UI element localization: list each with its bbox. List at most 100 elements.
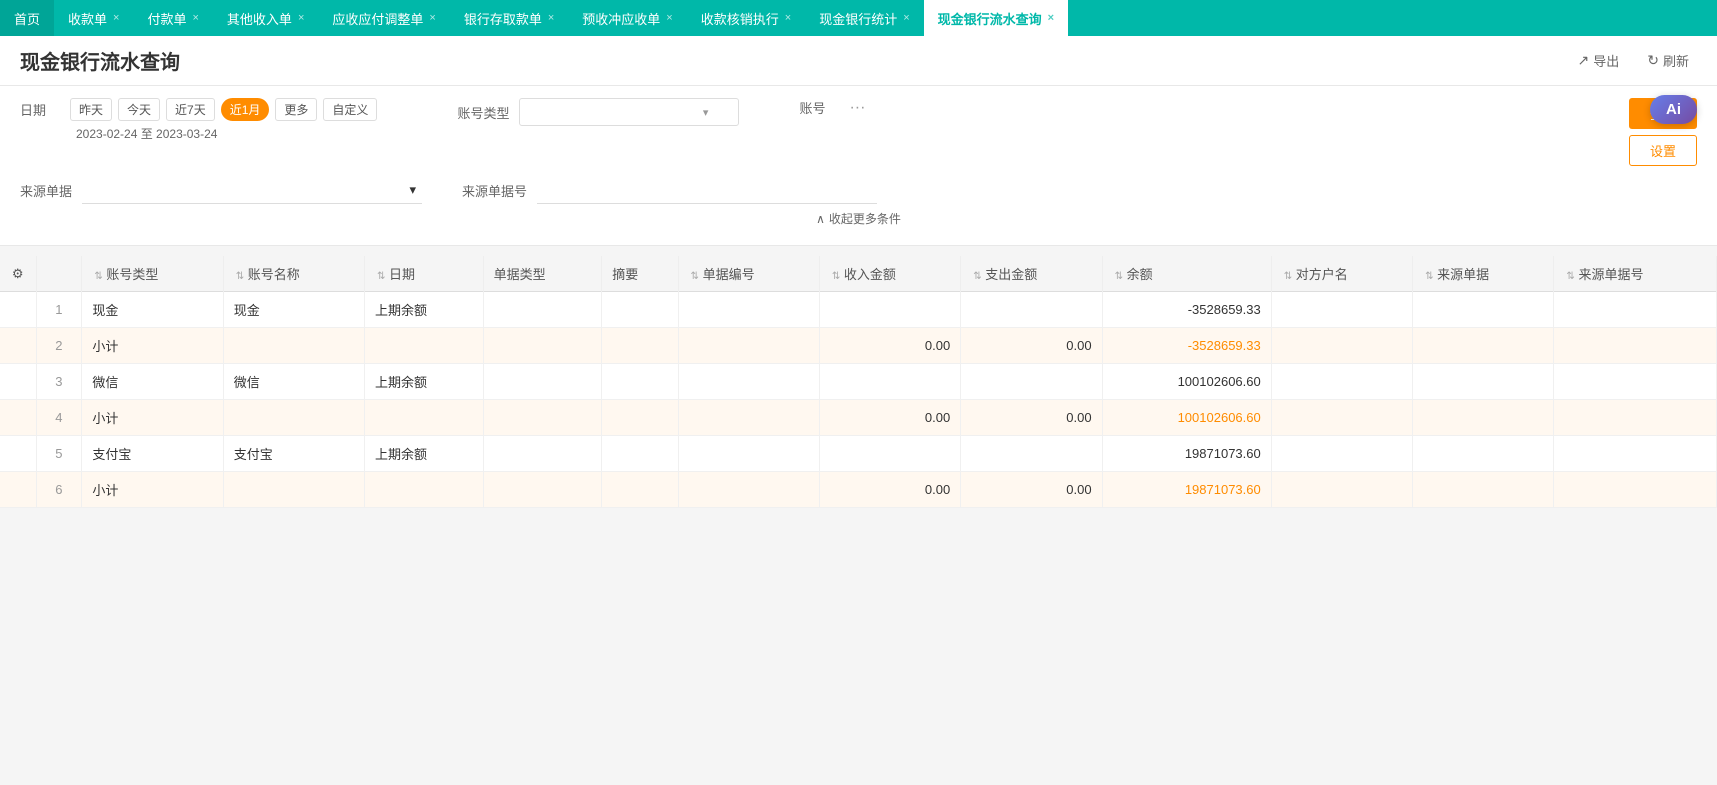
cell-summary bbox=[602, 328, 678, 364]
col-source-doc[interactable]: ⇅ 来源单据 bbox=[1413, 256, 1554, 292]
table-row: 3 微信 微信 上期余额 100102606.60 bbox=[0, 364, 1717, 400]
cell-doc-no bbox=[678, 292, 819, 328]
cell-account-name bbox=[223, 328, 364, 364]
nav-home[interactable]: 首页 bbox=[0, 0, 54, 36]
cell-account-type: 小计 bbox=[82, 328, 223, 364]
nav-receipt-verify[interactable]: 收款核销执行 × bbox=[687, 0, 805, 36]
nav-ar-ap-adjust-label: 应收应付调整单 bbox=[332, 9, 423, 28]
cell-summary bbox=[602, 364, 678, 400]
col-balance[interactable]: ⇅ 余额 bbox=[1102, 256, 1271, 292]
nav-receipt-verify-close[interactable]: × bbox=[785, 12, 791, 24]
col-income-label: 收入金额 bbox=[844, 267, 896, 282]
cell-income bbox=[819, 364, 960, 400]
col-account-name[interactable]: ⇅ 账号名称 bbox=[223, 256, 364, 292]
cell-gear bbox=[0, 328, 36, 364]
cell-account-name bbox=[223, 472, 364, 508]
col-account-type-sort-icon: ⇅ bbox=[94, 271, 102, 282]
cell-doc-type bbox=[483, 364, 602, 400]
cell-gear bbox=[0, 364, 36, 400]
ai-badge[interactable]: Ai bbox=[1650, 95, 1697, 124]
col-counterpart[interactable]: ⇅ 对方户名 bbox=[1271, 256, 1412, 292]
nav-payment[interactable]: 付款单 × bbox=[133, 0, 212, 36]
account-type-arrow-icon: ▾ bbox=[703, 106, 709, 119]
date-btn-today[interactable]: 今天 bbox=[118, 98, 160, 121]
nav-cash-bank-flow-close[interactable]: × bbox=[1048, 12, 1054, 24]
cell-account-name: 现金 bbox=[223, 292, 364, 328]
cell-balance: 19871073.60 bbox=[1102, 472, 1271, 508]
col-income[interactable]: ⇅ 收入金额 bbox=[819, 256, 960, 292]
nav-other-income-close[interactable]: × bbox=[298, 12, 304, 24]
date-btn-custom[interactable]: 自定义 bbox=[323, 98, 377, 121]
col-source-doc-label: 来源单据 bbox=[1437, 267, 1489, 282]
cell-account-type: 现金 bbox=[82, 292, 223, 328]
cell-doc-type bbox=[483, 292, 602, 328]
col-index bbox=[36, 256, 82, 292]
nav-ar-ap-adjust-close[interactable]: × bbox=[429, 12, 435, 24]
date-btn-7days[interactable]: 近7天 bbox=[166, 98, 215, 121]
cell-balance: 19871073.60 bbox=[1102, 436, 1271, 472]
col-counterpart-label: 对方户名 bbox=[1296, 267, 1348, 282]
date-btn-1month[interactable]: 近1月 bbox=[221, 98, 270, 121]
nav-cash-bank-flow[interactable]: 现金银行流水查询 × bbox=[924, 0, 1068, 36]
nav-receipt-close[interactable]: × bbox=[113, 12, 119, 24]
date-btn-yesterday[interactable]: 昨天 bbox=[70, 98, 112, 121]
refresh-button[interactable]: ↻ 刷新 bbox=[1639, 47, 1697, 74]
nav-receipt-verify-label: 收款核销执行 bbox=[701, 9, 779, 28]
refresh-icon: ↻ bbox=[1647, 52, 1659, 69]
nav-other-income[interactable]: 其他收入单 × bbox=[213, 0, 318, 36]
account-more-icon[interactable]: ··· bbox=[849, 99, 865, 117]
nav-receipt[interactable]: 收款单 × bbox=[54, 0, 133, 36]
col-source-doc-no-label: 来源单据号 bbox=[1578, 267, 1643, 282]
nav-ar-ap-adjust[interactable]: 应收应付调整单 × bbox=[318, 0, 449, 36]
col-date[interactable]: ⇅ 日期 bbox=[365, 256, 484, 292]
nav-cash-bank-flow-label: 现金银行流水查询 bbox=[938, 9, 1042, 28]
settings-button[interactable]: 设置 bbox=[1629, 135, 1697, 166]
source-doc-select[interactable]: ▾ bbox=[82, 176, 422, 204]
col-doc-type: 单据类型 bbox=[483, 256, 602, 292]
nav-payment-label: 付款单 bbox=[147, 9, 186, 28]
source-doc-no-input[interactable] bbox=[537, 176, 877, 204]
nav-bank-deposit-close[interactable]: × bbox=[548, 12, 554, 24]
collapse-more-bar[interactable]: ∧ 收起更多条件 bbox=[20, 204, 1697, 233]
nav-bank-deposit[interactable]: 银行存取款单 × bbox=[450, 0, 568, 36]
source-doc-label: 来源单据 bbox=[20, 181, 72, 200]
account-label: 账号 bbox=[799, 98, 839, 117]
page-title: 现金银行流水查询 bbox=[20, 46, 180, 75]
col-source-doc-sort-icon: ⇅ bbox=[1425, 271, 1433, 282]
col-expense[interactable]: ⇅ 支出金额 bbox=[961, 256, 1102, 292]
nav-advance-offset-close[interactable]: × bbox=[666, 12, 672, 24]
cell-balance: 100102606.60 bbox=[1102, 364, 1271, 400]
cell-balance: -3528659.33 bbox=[1102, 292, 1271, 328]
table-row: 2 小计 0.00 0.00 -3528659.33 bbox=[0, 328, 1717, 364]
cell-income: 0.00 bbox=[819, 328, 960, 364]
col-doc-no[interactable]: ⇅ 单据编号 bbox=[678, 256, 819, 292]
account-type-select[interactable]: ▾ bbox=[519, 98, 739, 126]
cell-balance: -3528659.33 bbox=[1102, 328, 1271, 364]
cell-date: 上期余额 bbox=[365, 436, 484, 472]
cell-counterpart bbox=[1271, 400, 1412, 436]
col-gear[interactable]: ⚙ bbox=[0, 256, 36, 292]
col-doc-no-sort-icon: ⇅ bbox=[691, 271, 699, 282]
cell-source-doc bbox=[1413, 400, 1554, 436]
col-doc-type-label: 单据类型 bbox=[494, 267, 546, 282]
cell-source-doc-no bbox=[1554, 436, 1717, 472]
cell-date: 上期余额 bbox=[365, 292, 484, 328]
nav-cash-bank-stat-close[interactable]: × bbox=[903, 12, 909, 24]
cell-summary bbox=[602, 400, 678, 436]
cell-balance: 100102606.60 bbox=[1102, 400, 1271, 436]
nav-advance-offset[interactable]: 预收冲应收单 × bbox=[568, 0, 686, 36]
nav-payment-close[interactable]: × bbox=[192, 12, 198, 24]
cell-doc-no bbox=[678, 472, 819, 508]
date-range-display: 2023-02-24 至 2023-03-24 bbox=[76, 127, 217, 141]
cell-doc-type bbox=[483, 472, 602, 508]
col-source-doc-no[interactable]: ⇅ 来源单据号 bbox=[1554, 256, 1717, 292]
col-account-type[interactable]: ⇅ 账号类型 bbox=[82, 256, 223, 292]
nav-receipt-label: 收款单 bbox=[68, 9, 107, 28]
cell-gear bbox=[0, 400, 36, 436]
cell-doc-no bbox=[678, 364, 819, 400]
export-button[interactable]: ↗ 导出 bbox=[1570, 47, 1628, 74]
table-row: 1 现金 现金 上期余额 -3528659.33 bbox=[0, 292, 1717, 328]
nav-cash-bank-stat[interactable]: 现金银行统计 × bbox=[805, 0, 923, 36]
cell-source-doc-no bbox=[1554, 472, 1717, 508]
date-btn-more[interactable]: 更多 bbox=[275, 98, 317, 121]
